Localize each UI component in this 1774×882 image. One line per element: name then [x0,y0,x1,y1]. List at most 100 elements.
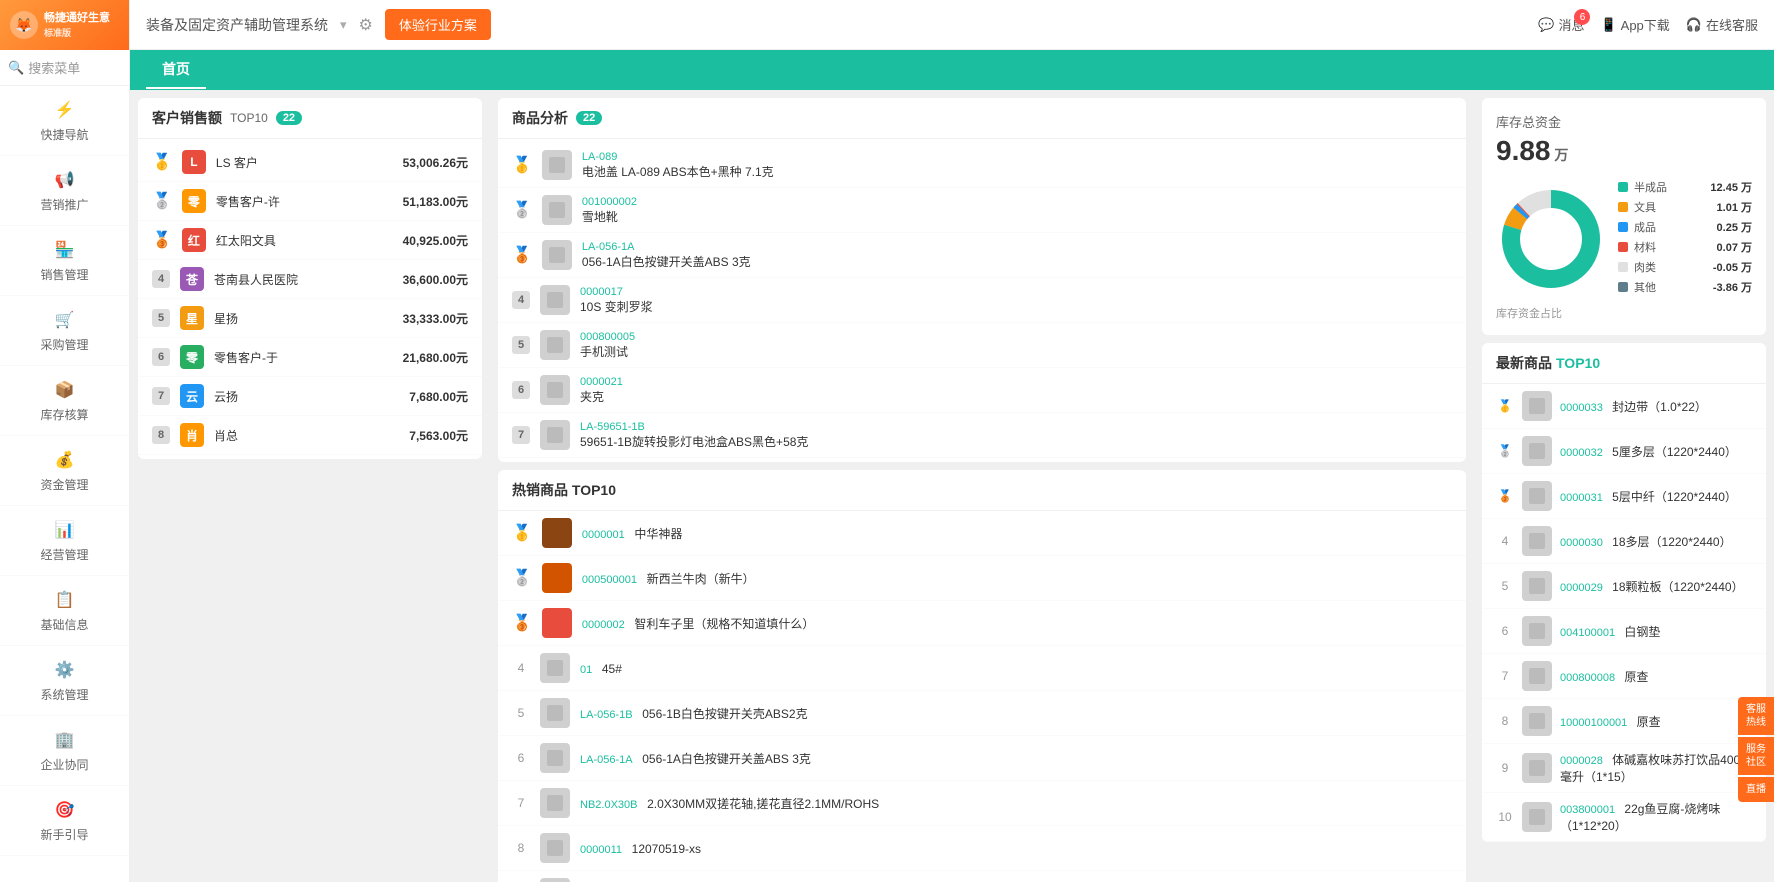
legend-item: 成品 0.25 万 [1618,219,1752,235]
sidebar-item-label: 资金管理 [40,476,88,493]
trial-button[interactable]: 体验行业方案 [385,9,491,40]
new-product-item: 6 004100001 白钢垫 [1482,609,1766,654]
messages-button[interactable]: 💬 消息 6 [1538,15,1584,34]
new-product-rank: 8 [1496,714,1514,728]
sidebar-item-purchase[interactable]: 🛒 采购管理 [0,296,129,366]
new-product-info: 004100001 白钢垫 [1560,623,1752,640]
sidebar-item-finance[interactable]: 💰 资金管理 [0,436,129,506]
nav-tabs: 首页 [130,50,1774,90]
sales-icon: 🏪 [53,238,77,262]
hot-products-title: 热销商品 TOP10 [512,480,616,500]
rank-avatar: 苍 [180,267,204,291]
product-name: 45# [602,662,622,676]
new-product-thumb [1522,706,1552,736]
rank-name: 苍南县人民医院 [214,271,393,288]
product-code: NB2.0X30B [580,799,637,811]
legend-dot [1618,222,1628,232]
legend-label: 材料 [1634,239,1711,255]
new-product-info: 0000033 封边带（1.0*22） [1560,398,1752,415]
content-area: 客户销售额 TOP10 22 🥇 L LS 客户 53,006.26元 🥈 零 … [130,90,1774,882]
new-product-thumb [1522,571,1552,601]
rank-number: 5 [512,336,530,354]
quick-nav-icon: ⚡ [53,98,77,122]
new-product-item: 4 0000030 18多层（1220*2440） [1482,519,1766,564]
sidebar-search[interactable]: 🔍 搜索菜单 [0,50,129,86]
rank-amount: 7,680.00元 [409,388,468,405]
online-service-button[interactable]: 🎧 在线客服 [1686,15,1758,34]
legend-item: 肉类 -0.05 万 [1618,259,1752,275]
rank-number: 4 [512,661,530,675]
product-info: LA-056-1A 056-1A白色按键开关盖ABS 3克 [580,750,1452,767]
customer-rank-item: 8 肖 肖总 7,563.00元 [138,416,482,455]
legend-value: -3.86 万 [1713,279,1752,295]
sidebar-item-label: 企业协同 [40,756,88,773]
gear-icon[interactable]: ⚙ [359,15,373,35]
medal-icon: 🥇 [512,155,532,175]
sidebar-item-operations[interactable]: 📊 经营管理 [0,506,129,576]
sidebar-item-enterprise[interactable]: 🏢 企业协同 [0,716,129,786]
sidebar-item-sales[interactable]: 🏪 销售管理 [0,226,129,296]
goods-ranking-card: 商品分析 22 🥇 LA-089 电池盖 LA-089 ABS本色+黑种 7.1… [498,98,1466,462]
product-name: 056-1A白色按键开关盖ABS 3克 [642,752,811,766]
customer-count-badge: 22 [276,111,302,125]
sidebar-item-inventory[interactable]: 📦 库存核算 [0,366,129,436]
sidebar-item-system[interactable]: ⚙️ 系统管理 [0,646,129,716]
product-code: LA-056-1B [580,709,633,721]
product-code: 0000002 [582,619,625,631]
sidebar-item-quick-nav[interactable]: ⚡ 快捷导航 [0,86,129,156]
new-product-item: 🥇 0000033 封边带（1.0*22） [1482,384,1766,429]
new-product-info: 0000032 5厘多层（1220*2440） [1560,443,1752,460]
sidebar-item-basics[interactable]: 📋 基础信息 [0,576,129,646]
product-thumb [542,150,572,180]
rank-amount: 21,680.00元 [403,349,468,366]
goods-code: 0000021 [580,376,1452,388]
product-code: 01 [580,664,592,676]
customer-rank-item: 🥇 L LS 客户 53,006.26元 [138,143,482,182]
medal-icon: 🥇 [512,523,532,543]
new-products-card: 最新商品 TOP10 🥇 0000033 封边带（1.0*22） 🥈 00000… [1482,343,1766,842]
sidebar-item-label: 新手引导 [40,826,88,843]
app-download-button[interactable]: 📱 App下载 [1600,15,1669,34]
goods-code: LA-089 [582,151,1452,163]
customer-ranking-card: 客户销售额 TOP10 22 🥇 L LS 客户 53,006.26元 🥈 零 … [138,98,482,459]
new-product-code: 0000028 [1560,755,1603,767]
legend-dot [1618,202,1628,212]
rank-amount: 33,333.00元 [403,310,468,327]
medal-icon: 🥉 [512,613,532,633]
inventory-amount: 9.88 [1496,135,1551,166]
customer-service-btn[interactable]: 客服热线 [1738,697,1774,735]
new-product-name: 18颗粒板（1220*2440） [1612,580,1743,594]
system-name: 装备及固定资产辅助管理系统 [146,15,328,35]
product-thumb [542,240,572,270]
tab-home[interactable]: 首页 [146,51,206,89]
service-community-btn[interactable]: 服务社区 [1738,737,1774,775]
headset-icon: 🎧 [1686,17,1702,33]
new-product-thumb [1522,661,1552,691]
new-product-info: 003800001 22g鱼豆腐-烧烤味（1*12*20） [1560,800,1752,834]
logo-icon: 🦊 [10,11,38,39]
sidebar-item-marketing[interactable]: 📢 营销推广 [0,156,129,226]
rank-amount: 51,183.00元 [403,193,468,210]
customer-rank-item: 6 零 零售客户-于 21,680.00元 [138,338,482,377]
new-product-code: 0000030 [1560,537,1603,549]
sidebar-item-label: 基础信息 [40,616,88,633]
new-product-rank: 7 [1496,669,1514,683]
product-name: 056-1B白色按键开关壳ABS2克 [642,707,807,721]
inventory-chart-area: 半成品 12.45 万 文具 1.01 万 成品 0.25 万 材料 0.07 … [1496,179,1752,299]
hot-product-item: 🥉 0000002 智利车子里（规格不知道填什么） [498,601,1466,646]
product-thumb-placeholder [540,743,570,773]
goods-info: 0000021 夹克 [580,376,1452,405]
inventory-title: 库存总资金 [1496,112,1752,131]
sidebar-item-newbie[interactable]: 🎯 新手引导 [0,786,129,856]
live-broadcast-btn[interactable]: 直播 [1738,777,1774,802]
goods-name: 59651-1B旋转投影灯电池盒ABS黑色+58克 [580,433,1452,450]
message-icon: 💬 [1538,17,1554,33]
goods-info: LA-089 电池盖 LA-089 ABS本色+黑种 7.1克 [582,151,1452,180]
system-icon: ⚙️ [53,658,77,682]
main-area: 装备及固定资产辅助管理系统 ▾ ⚙ 体验行业方案 💬 消息 6 📱 App下载 … [130,0,1774,882]
product-name: 2.0X30MM双搓花轴,搓花直径2.1MM/ROHS [647,797,879,811]
new-product-code: 004100001 [1560,627,1615,639]
goods-name: 056-1A白色按键开关盖ABS 3克 [582,253,1452,270]
legend-item: 半成品 12.45 万 [1618,179,1752,195]
goods-code: 0000017 [580,286,1452,298]
